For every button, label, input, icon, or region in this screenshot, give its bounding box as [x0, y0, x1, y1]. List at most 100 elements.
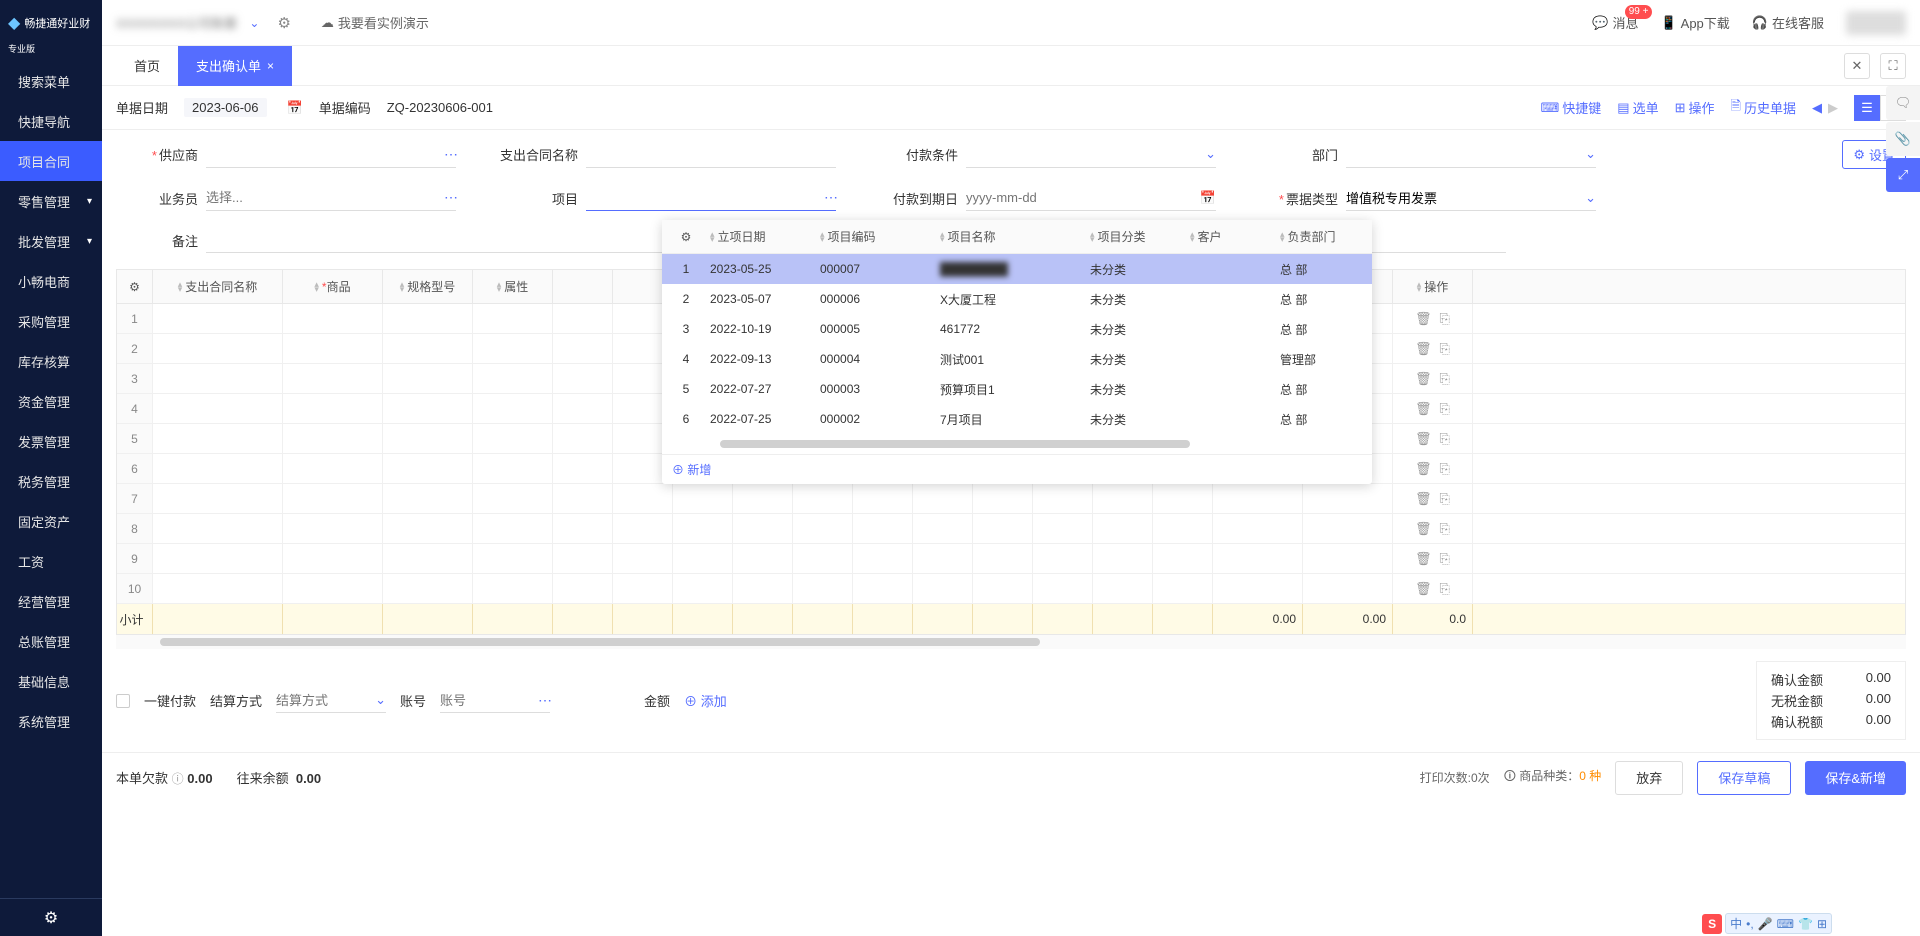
ime-keyboard-icon[interactable]: ⌨: [1777, 917, 1794, 931]
add-project-button[interactable]: ⊕ 新增: [672, 463, 711, 477]
column-header[interactable]: ▴▾属性: [473, 270, 553, 303]
company-name[interactable]: XXXXXXXX公司账套: [116, 13, 237, 32]
copy-icon[interactable]: ⎘: [1440, 521, 1450, 537]
sidebar-item[interactable]: 搜索菜单: [0, 61, 102, 101]
copy-icon[interactable]: ⎘: [1440, 551, 1450, 567]
view-list-button[interactable]: ☰: [1854, 95, 1880, 121]
onekey-checkbox[interactable]: [116, 694, 130, 708]
copy-icon[interactable]: ⎘: [1440, 371, 1450, 387]
ime-sogou-icon[interactable]: S: [1702, 914, 1722, 934]
ime-tool-icon[interactable]: ⊞: [1817, 917, 1827, 931]
delete-icon[interactable]: 🗑: [1415, 431, 1432, 447]
dropdown-row[interactable]: 22023-05-07000006X大厦工程未分类总 部: [662, 284, 1372, 314]
messages-button[interactable]: 💬 消息 99 +: [1592, 13, 1638, 32]
sidebar-item[interactable]: 总账管理: [0, 621, 102, 661]
discard-button[interactable]: 放弃: [1615, 761, 1683, 795]
gear-icon[interactable]: ⚙: [662, 220, 702, 253]
date-value[interactable]: 2023-06-06: [184, 98, 267, 117]
copy-icon[interactable]: ⎘: [1440, 341, 1450, 357]
sidebar-item[interactable]: 发票管理: [0, 421, 102, 461]
column-header[interactable]: ▴▾操作: [1393, 270, 1473, 303]
add-payment-button[interactable]: ⊕ 添加: [684, 691, 727, 710]
table-row[interactable]: 9🗑⎘: [117, 544, 1905, 574]
expand-button[interactable]: ⛶: [1880, 53, 1906, 79]
dropdown-header[interactable]: ▴▾项目编码: [812, 220, 932, 253]
chevron-down-icon[interactable]: ⌄: [1585, 146, 1596, 162]
close-all-button[interactable]: ✕: [1844, 53, 1870, 79]
calendar-icon[interactable]: 📅: [287, 100, 303, 116]
select-order-link[interactable]: ▤ 选单: [1617, 98, 1658, 117]
dropdown-row[interactable]: 32022-10-19000005461772未分类总 部: [662, 314, 1372, 344]
sidebar-item[interactable]: 库存核算: [0, 341, 102, 381]
table-row[interactable]: 10🗑⎘: [117, 574, 1905, 604]
avatar[interactable]: [1846, 11, 1906, 35]
more-icon[interactable]: ⋯: [538, 692, 550, 709]
close-icon[interactable]: ×: [267, 59, 274, 73]
tab-home[interactable]: 首页: [116, 46, 178, 86]
salesperson-input[interactable]: ⋯: [206, 185, 456, 211]
chevron-down-icon[interactable]: ⌄: [1585, 190, 1596, 206]
settle-input[interactable]: ⌄: [276, 689, 386, 713]
delete-icon[interactable]: 🗑: [1415, 581, 1432, 597]
more-icon[interactable]: ⋯: [444, 146, 456, 163]
tab-expense-confirm[interactable]: 支出确认单 ×: [178, 46, 292, 86]
dropdown-header[interactable]: ▴▾立项日期: [702, 220, 812, 253]
copy-icon[interactable]: ⎘: [1440, 431, 1450, 447]
dropdown-row[interactable]: 52022-07-27000003预算项目1未分类总 部: [662, 374, 1372, 404]
table-row[interactable]: 7🗑⎘: [117, 484, 1905, 514]
delete-icon[interactable]: 🗑: [1415, 401, 1432, 417]
more-icon[interactable]: ⋯: [824, 189, 836, 206]
chevron-down-icon[interactable]: ⌄: [249, 16, 259, 30]
calendar-icon[interactable]: 📅: [1200, 190, 1216, 206]
rail-attach-button[interactable]: 📎: [1886, 122, 1920, 156]
sidebar-item[interactable]: 采购管理: [0, 301, 102, 341]
copy-icon[interactable]: ⎘: [1440, 401, 1450, 417]
sidebar-item[interactable]: 资金管理: [0, 381, 102, 421]
chevron-down-icon[interactable]: ⌄: [1205, 146, 1216, 162]
more-icon[interactable]: ⋯: [444, 189, 456, 206]
sidebar-item[interactable]: 项目合同: [0, 141, 102, 181]
dropdown-row[interactable]: 62022-07-250000027月项目未分类总 部: [662, 404, 1372, 434]
operations-link[interactable]: ⊞ 操作: [1675, 98, 1715, 117]
delete-icon[interactable]: 🗑: [1415, 311, 1432, 327]
next-record-button[interactable]: ▶: [1828, 100, 1838, 116]
dropdown-row[interactable]: 12023-05-25000007████████未分类总 部: [662, 254, 1372, 284]
column-header[interactable]: ▴▾支出合同名称: [153, 270, 283, 303]
delete-icon[interactable]: 🗑: [1415, 371, 1432, 387]
history-link[interactable]: 🗎 历史单据: [1731, 97, 1796, 119]
demo-link[interactable]: ☁ 我要看实例演示: [321, 13, 429, 32]
dropdown-hscroll[interactable]: [670, 438, 1364, 450]
contract-input[interactable]: [586, 142, 836, 168]
support-button[interactable]: 🎧 在线客服: [1752, 13, 1824, 32]
delete-icon[interactable]: 🗑: [1415, 491, 1432, 507]
project-input[interactable]: ⋯: [586, 185, 836, 211]
shortcut-link[interactable]: ⌨ 快捷键: [1541, 98, 1602, 117]
rail-note-button[interactable]: 🗨: [1886, 86, 1920, 120]
sidebar-item[interactable]: 固定资产: [0, 501, 102, 541]
save-draft-button[interactable]: 保存草稿: [1697, 761, 1791, 795]
duedate-input[interactable]: 📅: [966, 185, 1216, 211]
sidebar-item[interactable]: 零售管理▾: [0, 181, 102, 221]
copy-icon[interactable]: ⎘: [1440, 581, 1450, 597]
sidebar-item[interactable]: 系统管理: [0, 701, 102, 741]
dept-input[interactable]: ⌄: [1346, 142, 1596, 168]
column-header[interactable]: [553, 270, 613, 303]
sidebar-item[interactable]: 工资: [0, 541, 102, 581]
ime-skin-icon[interactable]: 👕: [1798, 917, 1813, 931]
column-header[interactable]: ▴▾*商品: [283, 270, 383, 303]
ime-lang[interactable]: 中: [1730, 915, 1742, 932]
copy-icon[interactable]: ⎘: [1440, 491, 1450, 507]
sidebar-item[interactable]: 税务管理: [0, 461, 102, 501]
table-row[interactable]: 8🗑⎘: [117, 514, 1905, 544]
delete-icon[interactable]: 🗑: [1415, 551, 1432, 567]
grid-hscroll[interactable]: [116, 635, 1906, 649]
ime-mic-icon[interactable]: 🎤: [1758, 917, 1773, 931]
invoice-input[interactable]: ⌄: [1346, 185, 1596, 211]
sidebar-item[interactable]: 基础信息: [0, 661, 102, 701]
dropdown-header[interactable]: ▴▾负责部门: [1272, 220, 1372, 253]
app-download-button[interactable]: 📱 App下载: [1660, 13, 1729, 32]
payterm-input[interactable]: ⌄: [966, 142, 1216, 168]
gear-icon[interactable]: ⚙: [277, 14, 290, 32]
copy-icon[interactable]: ⎘: [1440, 461, 1450, 477]
delete-icon[interactable]: 🗑: [1415, 521, 1432, 537]
